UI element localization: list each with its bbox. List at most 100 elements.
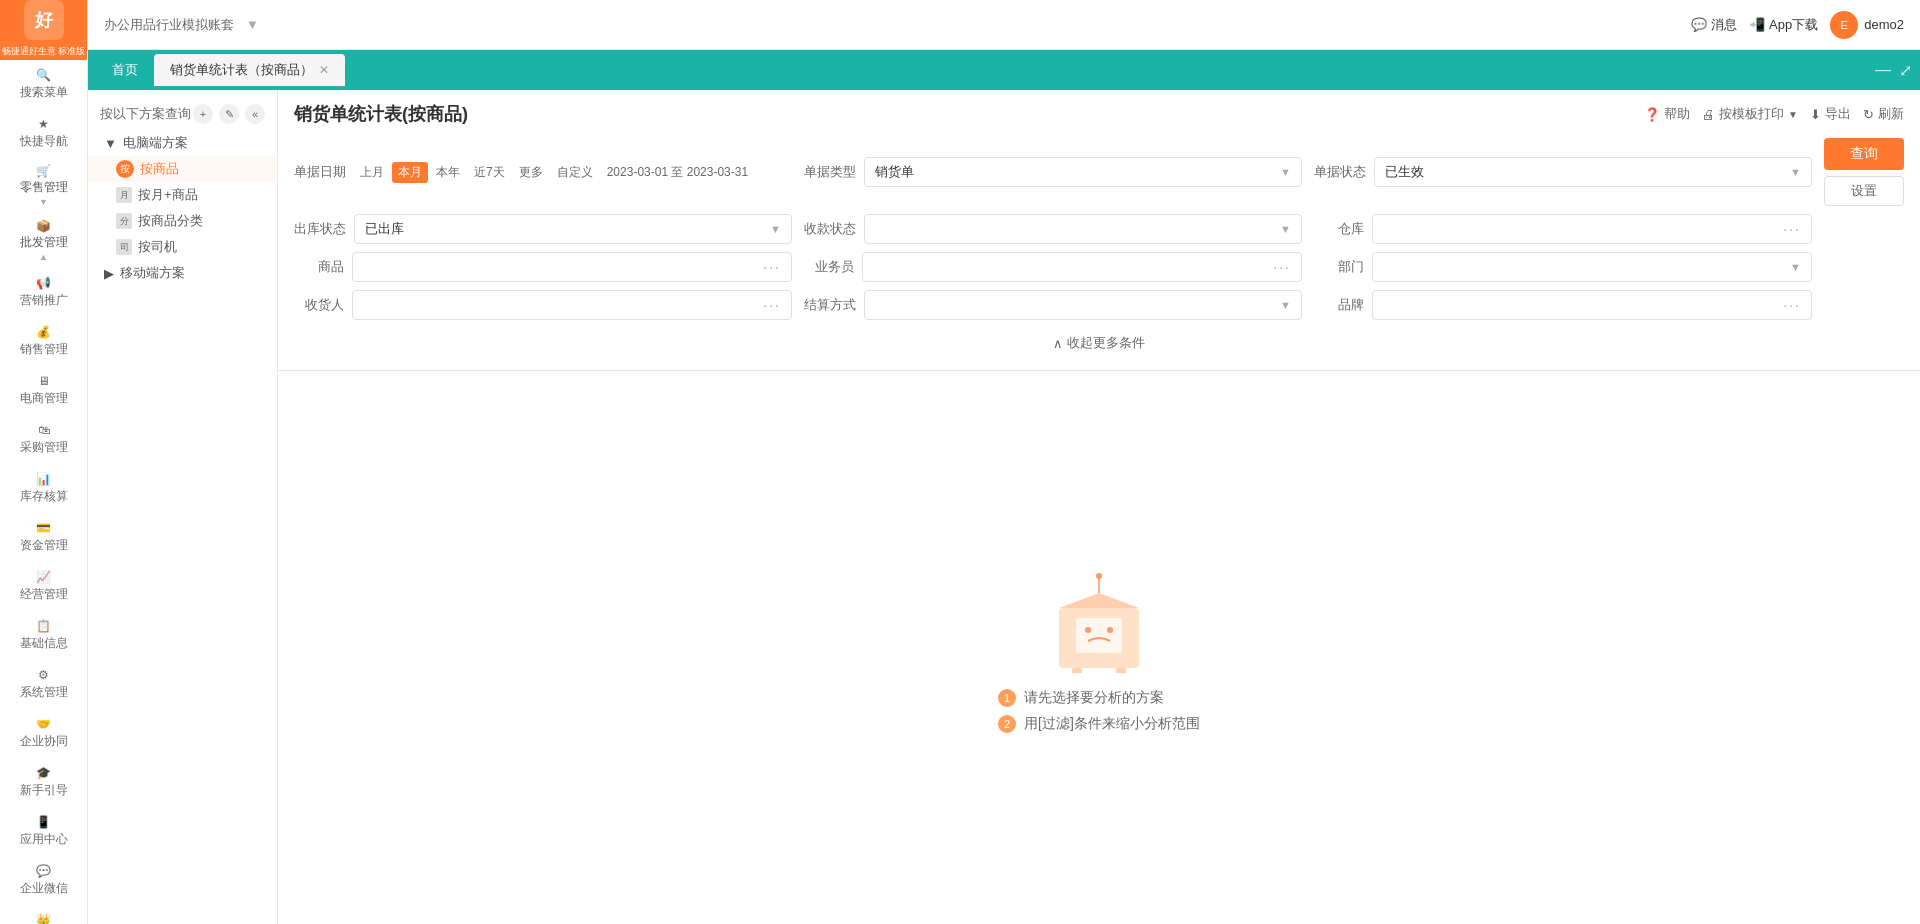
user-area[interactable]: E demo2 <box>1830 11 1904 39</box>
app-center-icon: 📱 <box>36 815 51 829</box>
app-download-label: App下载 <box>1769 16 1818 34</box>
purchase-icon: 🛍 <box>38 423 50 437</box>
doc-status-caret: ▼ <box>1790 166 1801 178</box>
help-btn[interactable]: ❓ 帮助 <box>1644 105 1690 123</box>
logo-text: 畅捷通好生意 标准版 <box>2 46 86 56</box>
tab-sales-stat[interactable]: 销货单统计表（按商品） ✕ <box>154 54 345 86</box>
sidebar-item-purchase[interactable]: 🛍 采购管理 <box>0 415 87 464</box>
filter-brand: 品牌 ··· <box>1314 290 1812 320</box>
sidebar-quick-nav[interactable]: ★ 快捷导航 <box>0 109 87 158</box>
filter-payment: 结算方式 ▼ <box>804 290 1302 320</box>
date-tabs: 上月 本月 本年 近7天 更多 自定义 <box>354 162 599 183</box>
sidebar-item-system[interactable]: ⚙ 系统管理 <box>0 660 87 709</box>
sidebar-item-operations[interactable]: 📈 经营管理 <box>0 562 87 611</box>
refresh-btn[interactable]: ↻ 刷新 <box>1863 105 1904 123</box>
logo-area: 好 <box>0 0 87 40</box>
messages-btn[interactable]: 💬 消息 <box>1691 16 1737 34</box>
product-dots-icon[interactable]: ··· <box>763 259 781 275</box>
sidebar-item-enterprise[interactable]: 🤝 企业协同 <box>0 709 87 758</box>
tree-node-mobile[interactable]: ▶ 移动端方案 <box>88 260 277 286</box>
receipt-status-control[interactable]: ▼ <box>864 214 1302 244</box>
department-control[interactable]: ▼ <box>1372 252 1812 282</box>
brand-dots-icon[interactable]: ··· <box>1783 297 1801 313</box>
doc-type-control[interactable]: 销货单 ▼ <box>864 157 1302 187</box>
receipt-status-label: 收款状态 <box>804 220 856 238</box>
date-tab-7days[interactable]: 近7天 <box>468 162 511 183</box>
tree-child-by-cashier[interactable]: 司 按司机 <box>88 234 277 260</box>
by-month-product-icon: 月 <box>116 187 132 203</box>
tree-child-by-product[interactable]: 按 按商品 <box>88 156 277 182</box>
member-icon: 👑 <box>36 913 51 924</box>
date-tab-more[interactable]: 更多 <box>513 162 549 183</box>
export-btn[interactable]: ⬇ 导出 <box>1810 105 1851 123</box>
sidebar-item-finance[interactable]: 💳 资金管理 <box>0 513 87 562</box>
app-download-btn[interactable]: 📲 App下载 <box>1749 16 1818 34</box>
warehouse-dots-icon[interactable]: ··· <box>1783 221 1801 237</box>
salesperson-dots-icon[interactable]: ··· <box>1273 259 1291 275</box>
system-label: 系统管理 <box>20 684 68 701</box>
tree-node-desktop[interactable]: ▼ 电脑端方案 <box>88 130 277 156</box>
sidebar-item-basic[interactable]: 📋 基础信息 <box>0 611 87 660</box>
sidebar-item-inventory[interactable]: 📊 库存核算 <box>0 464 87 513</box>
enterprise-label: 企业协同 <box>20 733 68 750</box>
topbar-dropdown-icon[interactable]: ▼ <box>246 17 259 32</box>
wechat-label: 企业微信 <box>20 880 68 897</box>
collapse-label: 收起更多条件 <box>1067 334 1145 352</box>
date-tab-this-month[interactable]: 本月 <box>392 162 428 183</box>
collapse-panel-btn[interactable]: « <box>245 104 265 124</box>
product-control[interactable]: ··· <box>352 252 792 282</box>
sidebar-item-wechat[interactable]: 💬 企业微信 <box>0 856 87 905</box>
plus-icon: + <box>200 108 206 120</box>
print-btn[interactable]: 🖨 按模板打印 ▼ <box>1702 105 1798 123</box>
sidebar-item-app-center[interactable]: 📱 应用中心 <box>0 807 87 856</box>
edit-scheme-btn[interactable]: ✎ <box>219 104 239 124</box>
doc-status-control[interactable]: 已生效 ▼ <box>1374 157 1812 187</box>
search-label: 搜索菜单 <box>20 84 68 101</box>
sidebar-search[interactable]: 🔍 搜索菜单 <box>0 60 87 109</box>
sidebar-item-marketing[interactable]: 📢 营销推广 <box>0 268 87 317</box>
filter-salesperson: 业务员 ··· <box>804 252 1302 282</box>
salesperson-control[interactable]: ··· <box>862 252 1302 282</box>
filter-title-row: 销货单统计表(按商品) ❓ 帮助 🖨 按模板打印 ▼ ⬇ <box>294 102 1904 126</box>
date-range: 2023-03-01 至 2023-03-31 <box>607 164 748 181</box>
date-tab-last-month[interactable]: 上月 <box>354 162 390 183</box>
sidebar-item-member[interactable]: 👑 畅会员 <box>0 905 87 924</box>
doc-type-label: 单据类型 <box>804 163 856 181</box>
chevron-up-icon: ▲ <box>39 252 48 262</box>
date-tab-custom[interactable]: 自定义 <box>551 162 599 183</box>
marketing-label: 营销推广 <box>20 292 68 309</box>
minimize-icon[interactable]: — <box>1875 61 1891 79</box>
add-scheme-btn[interactable]: + <box>193 104 213 124</box>
receiver-dots-icon[interactable]: ··· <box>763 297 781 313</box>
sidebar-item-wholesale[interactable]: 📦 批发管理 ▲ <box>0 213 87 268</box>
out-status-control[interactable]: 已出库 ▼ <box>354 214 792 244</box>
close-tab-icon[interactable]: ✕ <box>319 63 329 77</box>
maximize-icon[interactable]: ⤢ <box>1899 61 1912 80</box>
brand-control[interactable]: ··· <box>1372 290 1812 320</box>
date-tab-this-year[interactable]: 本年 <box>430 162 466 183</box>
payment-control[interactable]: ▼ <box>864 290 1302 320</box>
tree-child-by-category[interactable]: 分 按商品分类 <box>88 208 277 234</box>
svg-point-5 <box>1096 573 1102 579</box>
by-cashier-icon: 司 <box>116 239 132 255</box>
wechat-icon: 💬 <box>36 864 51 878</box>
sidebar-item-newbie[interactable]: 🎓 新手引导 <box>0 758 87 807</box>
tab-home[interactable]: 首页 <box>96 54 154 86</box>
content-area: 按以下方案查询 + ✎ « ▼ 电脑端方案 <box>88 90 1920 924</box>
tree-child-by-month-product[interactable]: 月 按月+商品 <box>88 182 277 208</box>
topbar-title: 办公用品行业模拟账套 <box>104 16 234 34</box>
svg-point-2 <box>1085 627 1091 633</box>
tabbar: 首页 销货单统计表（按商品） ✕ — ⤢ <box>88 50 1920 90</box>
query-btn[interactable]: 查询 <box>1824 138 1904 170</box>
system-icon: ⚙ <box>38 668 49 682</box>
warehouse-control[interactable]: ··· <box>1372 214 1812 244</box>
topbar: 办公用品行业模拟账套 ▼ 💬 消息 📲 App下载 E demo2 <box>88 0 1920 50</box>
collapse-btn[interactable]: ∧ 收起更多条件 <box>1053 334 1145 352</box>
sidebar-item-ecommerce[interactable]: 🖥 电商管理 <box>0 366 87 415</box>
sidebar-item-retail[interactable]: 🛒 零售管理 ▼ <box>0 158 87 213</box>
receiver-control[interactable]: ··· <box>352 290 792 320</box>
sidebar-item-sales[interactable]: 💰 销售管理 <box>0 317 87 366</box>
settings-btn[interactable]: 设置 <box>1824 176 1904 206</box>
export-label: 导出 <box>1825 105 1851 123</box>
empty-num-2: 2 <box>998 715 1016 733</box>
